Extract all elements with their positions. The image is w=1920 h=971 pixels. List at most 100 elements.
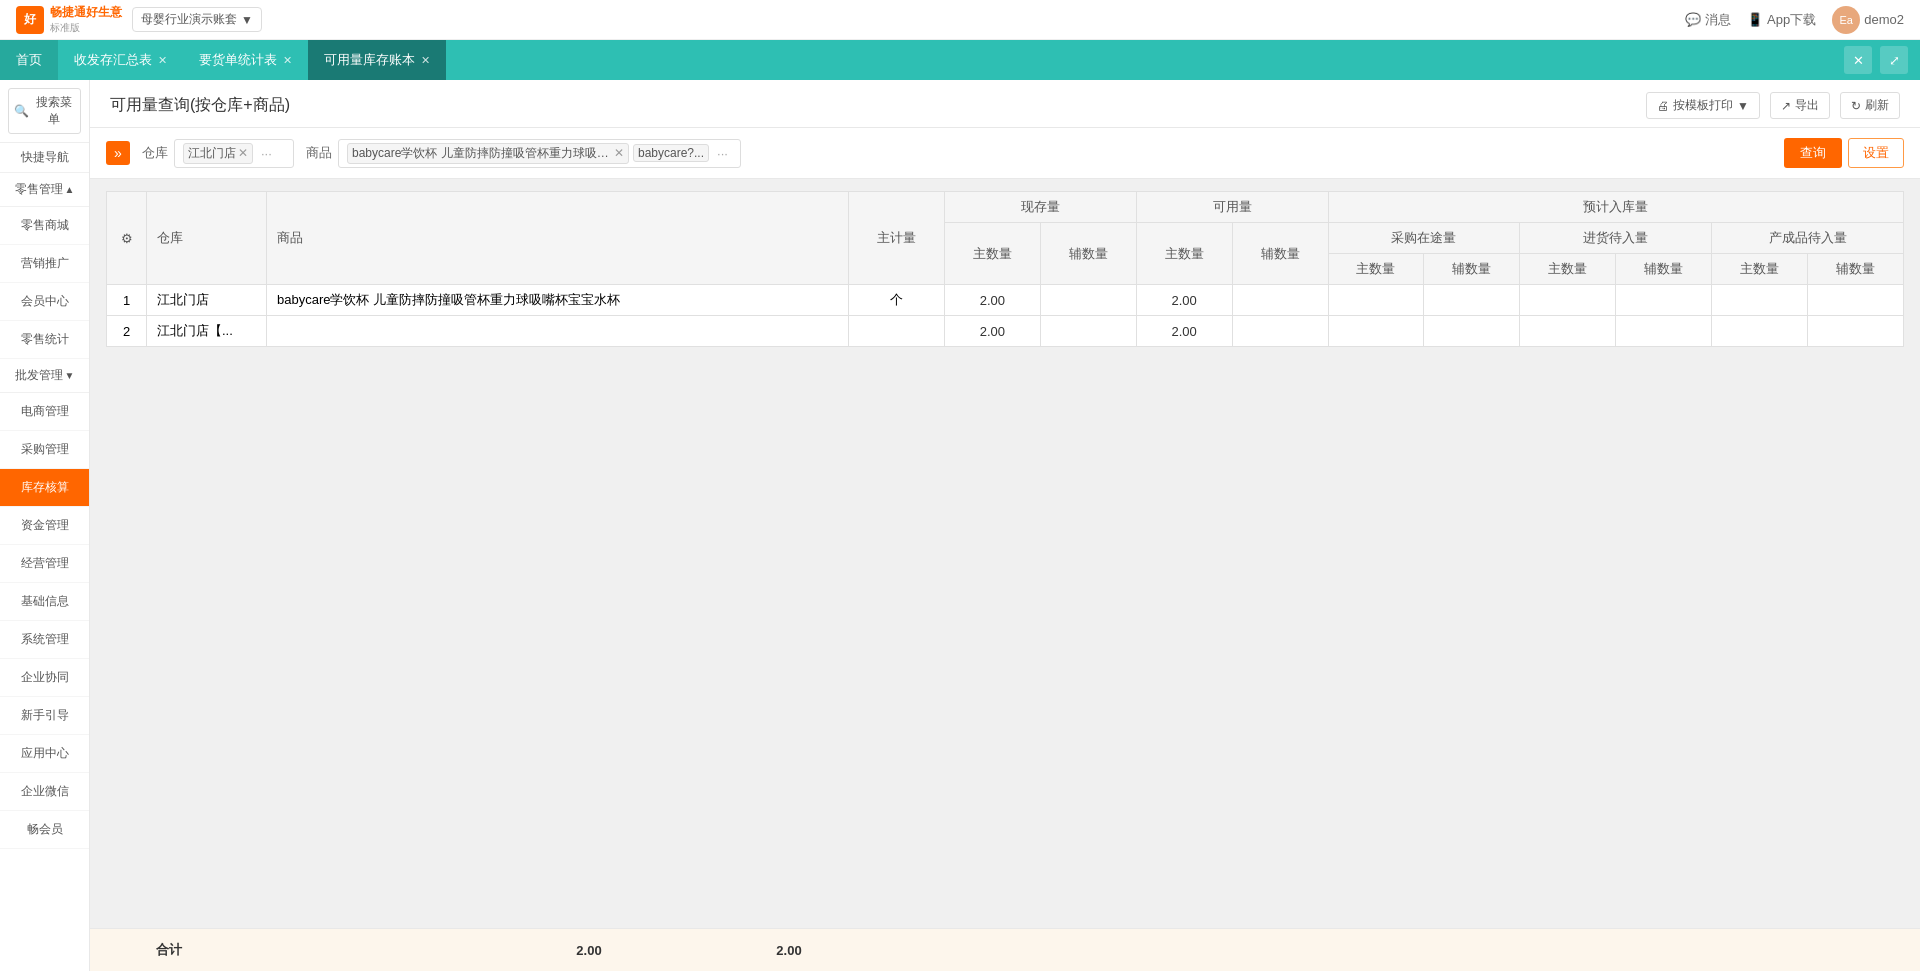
cell-product xyxy=(267,316,849,347)
close-tab-shoufacun[interactable]: ✕ xyxy=(158,54,167,67)
page-title: 可用量查询(按仓库+商品) xyxy=(110,95,290,116)
remove-warehouse-tag[interactable]: ✕ xyxy=(238,146,248,160)
cell-unit xyxy=(848,316,944,347)
sidebar-item-批发管理[interactable]: 批发管理 ▼ xyxy=(0,359,89,393)
col-unit-header: 主计量 xyxy=(848,192,944,285)
cell-no: 2 xyxy=(107,316,147,347)
sidebar-search-area: 🔍 搜索菜单 xyxy=(0,80,89,143)
filter-toggle-btn[interactable]: » xyxy=(106,141,130,165)
cell-avail-aux xyxy=(1232,285,1328,316)
cell-pur-main xyxy=(1328,316,1424,347)
sidebar-item-采购管理[interactable]: 采购管理 xyxy=(0,431,89,469)
sidebar-item-零售统计[interactable]: 零售统计 xyxy=(0,321,89,359)
col-product-header: 商品 xyxy=(267,192,849,285)
sidebar: 🔍 搜索菜单 快捷导航 零售管理 ▲ 零售商城 营销推广 会员中心 零售统计 批… xyxy=(0,80,90,971)
close-all-tabs[interactable]: ✕ xyxy=(1844,46,1872,74)
chevron-down-icon: ▼ xyxy=(241,13,253,27)
cell-pin-aux xyxy=(1616,316,1712,347)
sidebar-item-零售商城[interactable]: 零售商城 xyxy=(0,207,89,245)
top-bar: 好 畅捷通好生意 标准版 母婴行业演示账套 ▼ 💬 消息 📱 App下载 Ea … xyxy=(0,0,1920,40)
export-icon: ↗ xyxy=(1781,99,1791,113)
page-header: 可用量查询(按仓库+商品) 🖨 按模板打印 ▼ ↗ 导出 ↻ 刷新 xyxy=(90,80,1920,128)
cell-stock-aux xyxy=(1040,285,1136,316)
export-btn[interactable]: ↗ 导出 xyxy=(1770,92,1830,119)
logo-area: 好 畅捷通好生意 标准版 xyxy=(16,4,122,35)
sidebar-item-营销推广[interactable]: 营销推广 xyxy=(0,245,89,283)
col-pur-group: 采购在途量 xyxy=(1328,223,1520,254)
sidebar-item-应用中心[interactable]: 应用中心 xyxy=(0,735,89,773)
main-layout: 🔍 搜索菜单 快捷导航 零售管理 ▲ 零售商城 营销推广 会员中心 零售统计 批… xyxy=(0,80,1920,971)
arrow-icon-2: ▼ xyxy=(65,370,75,381)
close-tab-keyongliang[interactable]: ✕ xyxy=(421,54,430,67)
cell-prod-main xyxy=(1712,316,1808,347)
cell-no: 1 xyxy=(107,285,147,316)
query-btn[interactable]: 查询 xyxy=(1784,138,1842,168)
warehouse-more[interactable]: ··· xyxy=(257,146,276,161)
sidebar-item-电商管理[interactable]: 电商管理 xyxy=(0,393,89,431)
sidebar-item-库存核算[interactable]: 库存核算 xyxy=(0,469,89,507)
cell-pur-main xyxy=(1328,285,1424,316)
col-avail-aux-header: 辅数量 xyxy=(1232,223,1328,285)
warehouse-input[interactable]: 江北门店 ✕ ··· xyxy=(174,139,294,168)
cell-avail-aux xyxy=(1232,316,1328,347)
top-bar-left: 好 畅捷通好生意 标准版 母婴行业演示账套 ▼ xyxy=(16,4,262,35)
tab-keyongliang[interactable]: 可用量库存账本 ✕ xyxy=(308,40,446,80)
sidebar-item-新手引导[interactable]: 新手引导 xyxy=(0,697,89,735)
col-prod-group: 产成品待入量 xyxy=(1712,223,1904,254)
refresh-btn[interactable]: ↻ 刷新 xyxy=(1840,92,1900,119)
message-btn[interactable]: 💬 消息 xyxy=(1685,11,1731,29)
sidebar-item-资金管理[interactable]: 资金管理 xyxy=(0,507,89,545)
tab-home[interactable]: 首页 xyxy=(0,40,58,80)
nav-tabs: 首页 收发存汇总表 ✕ 要货单统计表 ✕ 可用量库存账本 ✕ ✕ ⤢ xyxy=(0,40,1920,80)
warehouse-filter: 仓库 江北门店 ✕ ··· xyxy=(142,139,294,168)
cell-warehouse: 江北门店【... xyxy=(147,316,267,347)
top-bar-right: 💬 消息 📱 App下载 Ea demo2 xyxy=(1685,6,1904,34)
sidebar-item-会员中心[interactable]: 会员中心 xyxy=(0,283,89,321)
sidebar-item-系统管理[interactable]: 系统管理 xyxy=(0,621,89,659)
sidebar-item-企业微信[interactable]: 企业微信 xyxy=(0,773,89,811)
print-btn[interactable]: 🖨 按模板打印 ▼ xyxy=(1646,92,1760,119)
col-no-header: ⚙ xyxy=(107,192,147,285)
remove-product-tag-1[interactable]: ✕ xyxy=(614,146,624,160)
arrow-icon: ▲ xyxy=(65,184,75,195)
product-tag-1: babycare学饮杯 儿童防摔防撞吸管杯重力球吸嘴杯宝宝水杯 ✕ xyxy=(347,143,629,164)
expand-nav[interactable]: ⤢ xyxy=(1880,46,1908,74)
data-table: ⚙ 仓库 商品 主计量 现存量 可用量 预计入库量 主数量 辅数量 主数量 辅数… xyxy=(106,191,1904,347)
content-area: 可用量查询(按仓库+商品) 🖨 按模板打印 ▼ ↗ 导出 ↻ 刷新 xyxy=(90,80,1920,971)
col-stock-group-header: 现存量 xyxy=(944,192,1136,223)
product-tag-2: babycare?... xyxy=(633,144,709,162)
logo-text: 畅捷通好生意 标准版 xyxy=(50,4,122,35)
page-actions: 🖨 按模板打印 ▼ ↗ 导出 ↻ 刷新 xyxy=(1646,92,1900,119)
tab-yaohuo[interactable]: 要货单统计表 ✕ xyxy=(183,40,308,80)
col-prod-aux: 辅数量 xyxy=(1808,254,1904,285)
sidebar-item-企业协同[interactable]: 企业协同 xyxy=(0,659,89,697)
app-download-btn[interactable]: 📱 App下载 xyxy=(1747,11,1816,29)
cell-pin-main xyxy=(1520,285,1616,316)
sidebar-item-零售管理[interactable]: 零售管理 ▲ xyxy=(0,173,89,207)
col-pur-main: 主数量 xyxy=(1328,254,1424,285)
cell-product: babycare学饮杯 儿童防摔防撞吸管杯重力球吸嘴杯宝宝水杯 xyxy=(267,285,849,316)
tab-shoufacun[interactable]: 收发存汇总表 ✕ xyxy=(58,40,183,80)
col-avail-group-header: 可用量 xyxy=(1136,192,1328,223)
col-pin-aux: 辅数量 xyxy=(1616,254,1712,285)
quick-nav-btn[interactable]: 快捷导航 xyxy=(0,143,89,173)
search-menu-btn[interactable]: 🔍 搜索菜单 xyxy=(8,88,81,134)
cell-avail-main: 2.00 xyxy=(1136,316,1232,347)
gear-icon[interactable]: ⚙ xyxy=(121,231,133,246)
sum-row: 合计 2.00 2.00 xyxy=(106,937,1904,963)
settings-btn[interactable]: 设置 xyxy=(1848,138,1904,168)
sidebar-item-经营管理[interactable]: 经营管理 xyxy=(0,545,89,583)
cell-unit: 个 xyxy=(848,285,944,316)
warehouse-tag: 江北门店 ✕ xyxy=(183,143,253,164)
col-pin-group: 进货待入量 xyxy=(1520,223,1712,254)
message-icon: 💬 xyxy=(1685,12,1701,27)
close-tab-yaohuo[interactable]: ✕ xyxy=(283,54,292,67)
user-menu[interactable]: Ea demo2 xyxy=(1832,6,1904,34)
col-stock-aux-header: 辅数量 xyxy=(1040,223,1136,285)
product-more[interactable]: ··· xyxy=(713,146,732,161)
sidebar-item-畅会员[interactable]: 畅会员 xyxy=(0,811,89,849)
print-icon: 🖨 xyxy=(1657,99,1669,113)
industry-selector[interactable]: 母婴行业演示账套 ▼ xyxy=(132,7,262,32)
product-input[interactable]: babycare学饮杯 儿童防摔防撞吸管杯重力球吸嘴杯宝宝水杯 ✕ babyca… xyxy=(338,139,741,168)
sidebar-item-基础信息[interactable]: 基础信息 xyxy=(0,583,89,621)
